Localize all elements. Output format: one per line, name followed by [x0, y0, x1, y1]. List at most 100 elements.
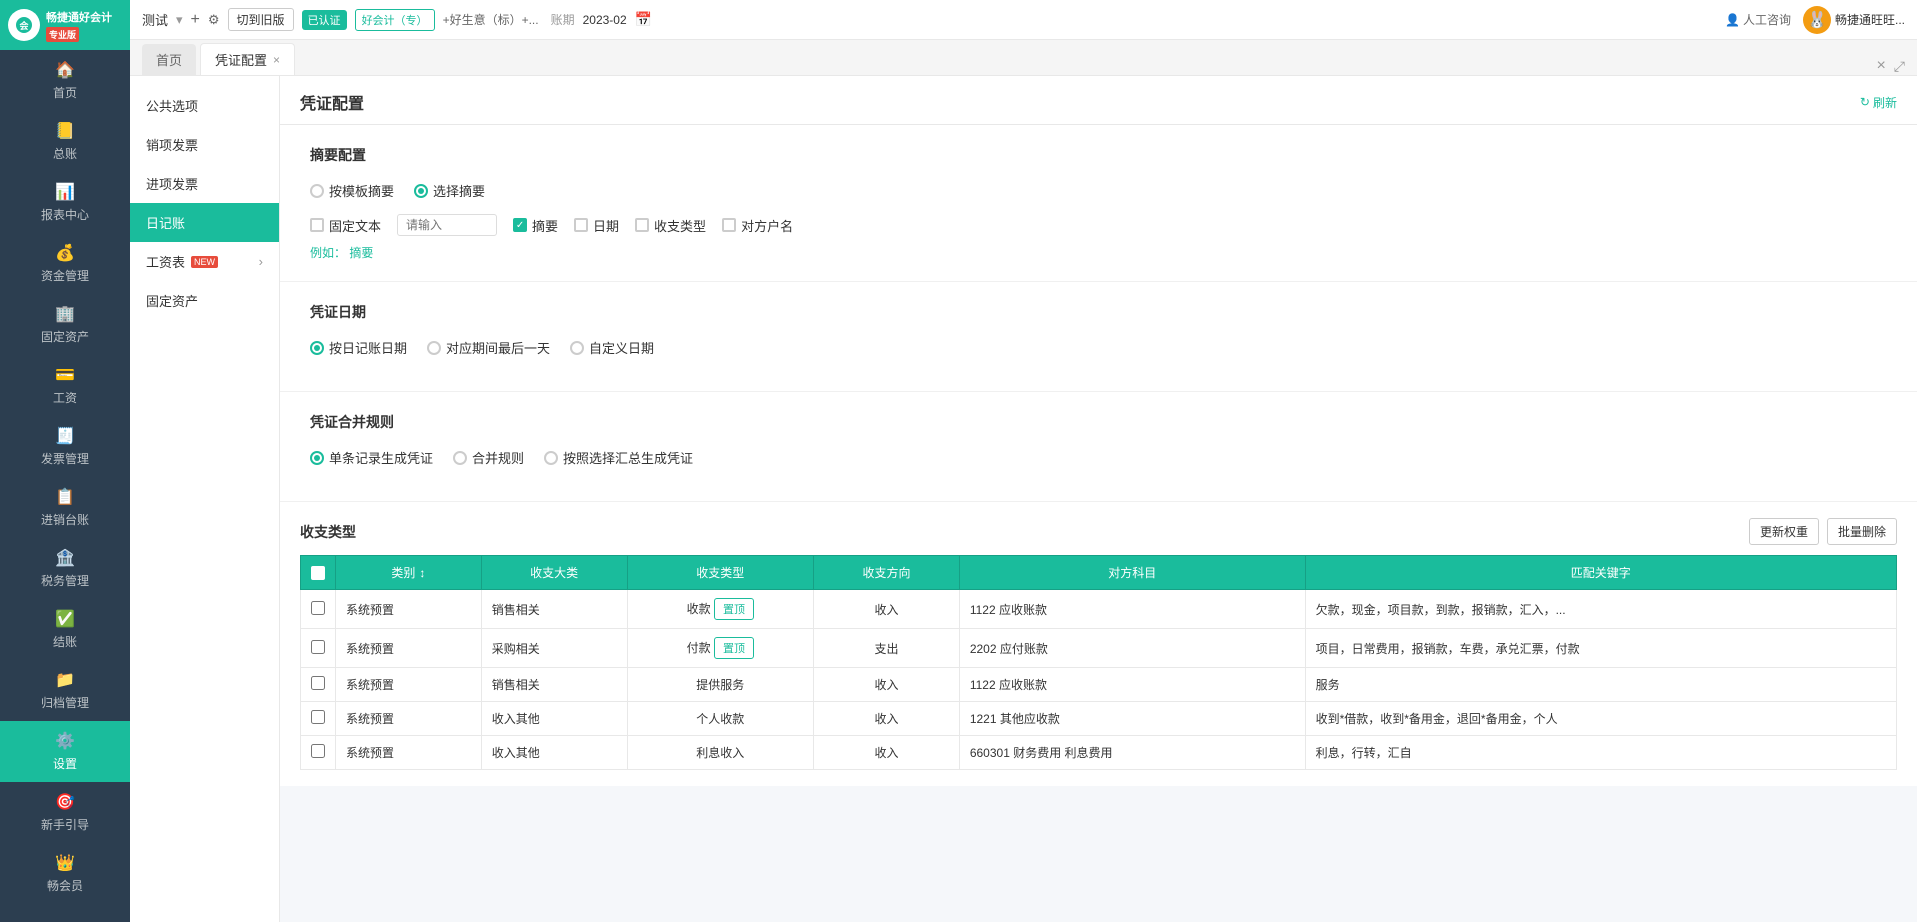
sidebar-item-ledger[interactable]: 📒 总账: [0, 111, 130, 172]
certified-badge: 已认证: [302, 10, 347, 30]
row-account: 660301 财务费用 利息费用: [959, 736, 1305, 770]
row-checkbox-cell[interactable]: [301, 736, 336, 770]
sidebar-item-closing[interactable]: ✅ 结账: [0, 599, 130, 660]
merge-rule[interactable]: 合并规则: [453, 448, 524, 467]
sidebar-item-stock[interactable]: 📋 进销台账: [0, 477, 130, 538]
row-category: 系统预置: [336, 629, 482, 668]
summary-radio-group: 按模板摘要 选择摘要: [310, 181, 1887, 200]
row-keywords: 利息，行转，汇自: [1305, 736, 1896, 770]
row-type: 利息收入: [627, 736, 814, 770]
checkbox-fixed-text[interactable]: 固定文本: [310, 216, 381, 235]
sidebar-item-tax[interactable]: 🏦 税务管理: [0, 538, 130, 599]
row-direction: 收入: [814, 702, 960, 736]
period-value: 2023-02: [583, 13, 627, 27]
merge-single-record[interactable]: 单条记录生成凭证: [310, 448, 433, 467]
left-panel-item-journal[interactable]: 日记账: [130, 203, 279, 242]
switch-version-button[interactable]: 切到旧版: [228, 8, 294, 31]
logo-icon: 会: [8, 9, 40, 41]
row-checkbox[interactable]: [311, 676, 325, 690]
help-icon: 👤: [1725, 13, 1740, 27]
radio-template-circle: [310, 184, 324, 198]
tab-home[interactable]: 首页: [142, 44, 196, 75]
sidebar-item-vip[interactable]: 👑 畅会员: [0, 843, 130, 904]
voucher-date-journal[interactable]: 按日记账日期: [310, 338, 407, 357]
refresh-button[interactable]: ↻ 刷新: [1860, 94, 1897, 111]
help-button[interactable]: 👤 人工咨询: [1725, 11, 1791, 28]
close-window-icon[interactable]: ×: [1876, 57, 1885, 75]
row-account: 2202 应付账款: [959, 629, 1305, 668]
calendar-icon[interactable]: 📅: [635, 11, 652, 28]
row-checkbox-cell[interactable]: [301, 668, 336, 702]
checkbox-counterpart-name[interactable]: 对方户名: [722, 216, 793, 235]
summary-radio-template[interactable]: 按模板摘要: [310, 181, 394, 200]
extra-badges: +好生意（标）+...: [443, 11, 539, 28]
row-checkbox-cell[interactable]: [301, 629, 336, 668]
summary-radio-select[interactable]: 选择摘要: [414, 181, 485, 200]
th-keywords: 匹配关键字: [1305, 556, 1896, 590]
user-menu[interactable]: 🐰 畅捷通旺旺...: [1803, 6, 1905, 34]
sidebar-item-archive[interactable]: 📁 归档管理: [0, 660, 130, 721]
voucher-date-custom[interactable]: 自定义日期: [570, 338, 654, 357]
income-expense-section: 收支类型 更新权重 批量删除 ☐: [280, 502, 1917, 786]
row-checkbox[interactable]: [311, 710, 325, 724]
update-weight-button[interactable]: 更新权重: [1749, 518, 1819, 545]
summary-checkbox-row: 固定文本 ✓ 摘要 日期 收支类型: [310, 214, 1887, 236]
radio-select-circle: [414, 184, 428, 198]
sidebar-item-reports[interactable]: 📊 报表中心: [0, 172, 130, 233]
sidebar-item-settings[interactable]: ⚙️ 设置: [0, 721, 130, 782]
row-keywords: 欠款，现金，项目款，到款，报销款，汇入，...: [1305, 590, 1896, 629]
sidebar-item-guide[interactable]: 🎯 新手引导: [0, 782, 130, 843]
sidebar-item-invoice[interactable]: 🧾 发票管理: [0, 416, 130, 477]
voucher-date-section: 凭证日期 按日记账日期 对应期间最后一天 自定义日期: [280, 282, 1917, 392]
add-button[interactable]: +: [191, 11, 200, 29]
username: 畅捷通旺旺...: [1835, 11, 1905, 28]
tag-button[interactable]: 置顶: [714, 598, 754, 620]
table-buttons: 更新权重 批量删除: [1749, 518, 1897, 545]
left-panel-item-sales-invoice[interactable]: 销项发票: [130, 125, 279, 164]
tab-close-icon[interactable]: ×: [273, 53, 280, 67]
left-panel-item-public[interactable]: 公共选项: [130, 86, 279, 125]
checkbox-income-type[interactable]: 收支类型: [635, 216, 706, 235]
guide-icon: 🎯: [55, 792, 75, 812]
checkbox-summary[interactable]: ✓ 摘要: [513, 216, 558, 235]
maximize-icon[interactable]: ⤢: [1894, 58, 1905, 75]
sidebar-item-home[interactable]: 🏠 首页: [0, 50, 130, 111]
tab-voucher-config[interactable]: 凭证配置 ×: [200, 43, 295, 75]
select-all-checkbox[interactable]: ☐: [311, 566, 325, 580]
left-panel-item-purchase-invoice[interactable]: 进项发票: [130, 164, 279, 203]
table-row: 系统预置 销售相关 提供服务 收入 1122 应收账款 服务: [301, 668, 1897, 702]
batch-delete-button[interactable]: 批量删除: [1827, 518, 1897, 545]
tag-button[interactable]: 置顶: [714, 637, 754, 659]
th-direction: 收支方向: [814, 556, 960, 590]
row-checkbox[interactable]: [311, 601, 325, 615]
th-select-all[interactable]: ☐: [301, 556, 336, 590]
table-row: 系统预置 收入其他 利息收入 收入 660301 财务费用 利息费用 利息，行转…: [301, 736, 1897, 770]
company-dropdown-icon[interactable]: ▾: [176, 12, 183, 28]
left-panel-item-payroll[interactable]: 工资表 NEW ›: [130, 242, 279, 281]
table-row: 系统预置 收入其他 个人收款 收入 1221 其他应收款 收到*借款，收到*备用…: [301, 702, 1897, 736]
row-checkbox-cell[interactable]: [301, 590, 336, 629]
sidebar-item-funds[interactable]: 💰 资金管理: [0, 233, 130, 294]
sidebar-item-assets[interactable]: 🏢 固定资产: [0, 294, 130, 355]
radio-last-day-circle: [427, 341, 441, 355]
sort-icon: ↕: [419, 566, 425, 580]
voucher-date-last-day[interactable]: 对应期间最后一天: [427, 338, 550, 357]
row-category: 系统预置: [336, 702, 482, 736]
row-checkbox[interactable]: [311, 640, 325, 654]
sidebar-item-salary[interactable]: 💳 工资: [0, 355, 130, 416]
checkbox-date[interactable]: 日期: [574, 216, 619, 235]
row-checkbox-cell[interactable]: [301, 702, 336, 736]
fixed-text-input[interactable]: [397, 214, 497, 236]
row-checkbox[interactable]: [311, 744, 325, 758]
setting-gear-icon[interactable]: ⚙: [208, 12, 220, 28]
merge-summary[interactable]: 按照选择汇总生成凭证: [544, 448, 693, 467]
assets-icon: 🏢: [55, 304, 75, 324]
left-panel-item-fixed-assets[interactable]: 固定资产: [130, 281, 279, 320]
closing-icon: ✅: [55, 609, 75, 629]
voucher-date-title: 凭证日期: [310, 302, 1887, 322]
example-link: 摘要: [349, 246, 373, 260]
radio-journal-date-circle: [310, 341, 324, 355]
page-header: 凭证配置 ↻ 刷新: [280, 76, 1917, 125]
checkbox-summary-box: ✓: [513, 218, 527, 232]
row-keywords: 收到*借款，收到*备用金，退回*备用金，个人: [1305, 702, 1896, 736]
